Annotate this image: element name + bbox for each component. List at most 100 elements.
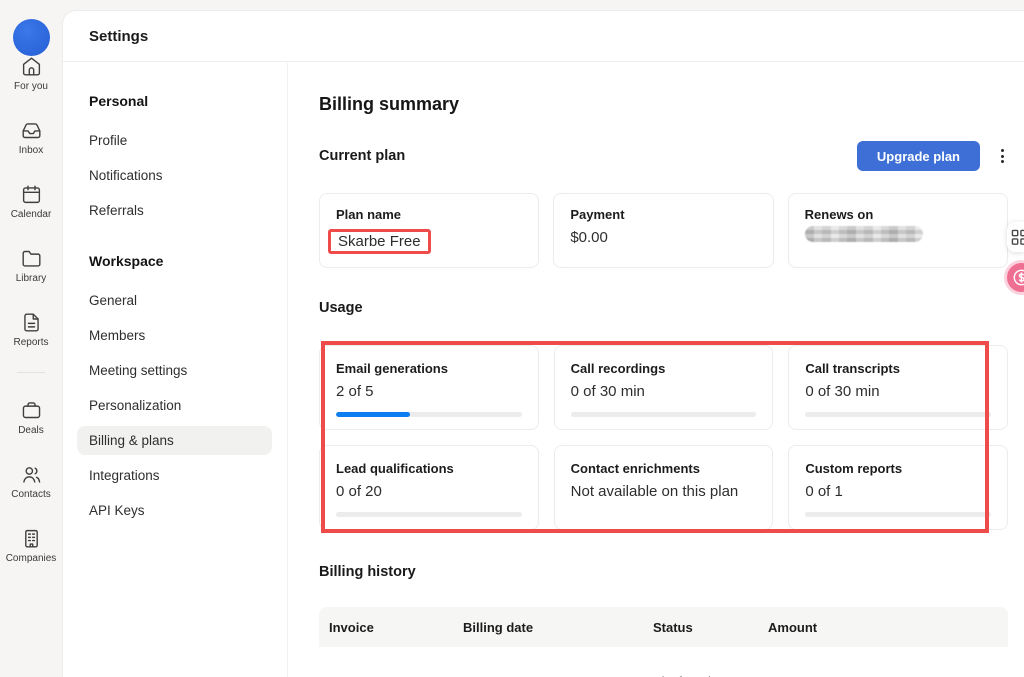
- progress-track: [805, 412, 991, 417]
- dollar-circle-icon: [1013, 269, 1024, 286]
- rail-item-label: Companies: [5, 553, 57, 564]
- settings-sidebar: Personal Profile Notifications Referrals…: [63, 63, 288, 677]
- billing-history-row: Billing history: [319, 562, 1008, 582]
- empty-state-text: No results found: [319, 647, 1008, 677]
- nav-item-api-keys[interactable]: API Keys: [77, 496, 272, 525]
- payment-value: $0.00: [570, 229, 608, 246]
- rail-item-label: For you: [14, 81, 48, 92]
- panel-header: Settings: [63, 11, 1024, 62]
- calendar-icon: [21, 184, 42, 205]
- usage-card-label: Custom reports: [805, 461, 903, 476]
- contact-enrichments-card: Contact enrichments Not available on thi…: [553, 445, 774, 530]
- usage-card-value: 0 of 30 min: [805, 383, 880, 400]
- progress-fill: [336, 412, 411, 417]
- billing-history-heading: Billing history: [319, 564, 416, 580]
- usage-card-label: Call recordings: [570, 361, 666, 376]
- edge-panel-toggle[interactable]: [1007, 222, 1024, 252]
- briefcase-icon: [21, 400, 42, 421]
- billing-summary-title: Billing summary: [319, 94, 460, 114]
- nav-item-profile[interactable]: Profile: [77, 126, 272, 155]
- progress-track: [336, 412, 522, 417]
- rail-item-companies[interactable]: Companies: [0, 528, 62, 564]
- nav-item-notifications[interactable]: Notifications: [77, 161, 272, 190]
- current-plan-heading: Current plan: [319, 148, 406, 164]
- inbox-icon: [21, 120, 42, 141]
- current-plan-row: Current plan Upgrade plan: [319, 141, 1008, 171]
- nav-section-personal: Personal: [89, 93, 149, 109]
- more-options-icon[interactable]: [997, 145, 1008, 167]
- rail-item-label: Library: [15, 273, 47, 284]
- app-logo[interactable]: [12, 19, 50, 56]
- app-rail: For you Inbox Calendar Library Reports D…: [0, 0, 62, 677]
- usage-card-label: Contact enrichments: [570, 461, 700, 476]
- progress-track: [336, 512, 522, 517]
- users-icon: [21, 464, 42, 485]
- billing-history-table: Invoice Billing date Status Amount No re…: [319, 607, 1008, 677]
- email-generations-card: Email generations 2 of 5: [319, 345, 539, 430]
- usage-card-value: 2 of 5: [336, 383, 374, 400]
- rail-item-for-you[interactable]: For you: [0, 56, 62, 92]
- call-transcripts-card: Call transcripts 0 of 30 min: [788, 345, 1008, 430]
- settings-panel: Settings Personal Profile Notifications …: [62, 10, 1024, 677]
- progress-track: [570, 412, 757, 417]
- renews-on-card: Renews on: [787, 193, 1008, 268]
- home-icon: [21, 56, 42, 77]
- renews-on-label: Renews on: [804, 207, 874, 222]
- usage-cards: Email generations 2 of 5 Call recordings…: [319, 345, 1008, 530]
- payment-label: Payment: [570, 207, 625, 222]
- nav-item-integrations[interactable]: Integrations: [77, 461, 272, 490]
- usage-card-label: Lead qualifications: [336, 461, 454, 476]
- nav-item-referrals[interactable]: Referrals: [77, 196, 272, 225]
- col-amount: Amount: [768, 619, 818, 635]
- plan-name-card: Plan name Skarbe Free: [319, 193, 540, 268]
- page-title: Settings: [89, 27, 149, 45]
- plan-name-highlight-annotation: Skarbe Free: [328, 229, 431, 254]
- usage-heading: Usage: [319, 300, 363, 316]
- payment-card: Payment $0.00: [553, 193, 774, 268]
- col-status: Status: [653, 619, 693, 635]
- redacted-renewal-date: [804, 226, 923, 242]
- nav-gap: [89, 231, 271, 253]
- rail-item-label: Reports: [13, 337, 49, 348]
- usage-card-value: 0 of 1: [805, 483, 843, 500]
- col-invoice: Invoice: [329, 619, 374, 635]
- usage-row: Usage: [319, 298, 1008, 318]
- nav-section-workspace: Workspace: [89, 253, 164, 269]
- rail-item-label: Inbox: [18, 145, 44, 156]
- nav-item-personalization[interactable]: Personalization: [77, 391, 272, 420]
- rail-item-calendar[interactable]: Calendar: [0, 184, 62, 220]
- upgrade-plan-button[interactable]: Upgrade plan: [856, 141, 980, 171]
- lead-qualifications-card: Lead qualifications 0 of 20: [319, 445, 539, 530]
- grid-icon: [1011, 229, 1024, 245]
- rail-item-inbox[interactable]: Inbox: [0, 120, 62, 156]
- nav-item-members[interactable]: Members: [77, 321, 272, 350]
- folder-icon: [21, 248, 42, 269]
- rail-item-reports[interactable]: Reports: [0, 312, 62, 348]
- rail-item-contacts[interactable]: Contacts: [0, 464, 62, 500]
- plan-name-label: Plan name: [336, 207, 402, 222]
- custom-reports-card: Custom reports 0 of 1: [788, 445, 1008, 530]
- rail-divider: [17, 372, 45, 373]
- building-icon: [21, 528, 42, 549]
- rail-item-library[interactable]: Library: [0, 248, 62, 284]
- progress-track: [805, 512, 991, 517]
- nav-item-meeting-settings[interactable]: Meeting settings: [77, 356, 272, 385]
- rail-item-label: Deals: [18, 425, 44, 436]
- nav-item-general[interactable]: General: [77, 286, 272, 315]
- call-recordings-card: Call recordings 0 of 30 min: [553, 345, 774, 430]
- usage-card-value: 0 of 30 min: [570, 383, 645, 400]
- billing-content: Billing summary Current plan Upgrade pla…: [319, 63, 1008, 677]
- usage-section: Email generations 2 of 5 Call recordings…: [319, 341, 1008, 533]
- current-plan-cards: Plan name Skarbe Free Payment $0.00 Rene…: [319, 193, 1008, 268]
- usage-card-value: 0 of 20: [336, 483, 382, 500]
- nav-item-billing-plans[interactable]: Billing & plans: [77, 426, 272, 455]
- rail-item-label: Contacts: [11, 489, 51, 500]
- usage-card-label: Call transcripts: [805, 361, 900, 376]
- rail-item-label: Calendar: [10, 209, 52, 220]
- usage-card-value: Not available on this plan: [570, 483, 739, 500]
- usage-card-label: Email generations: [336, 361, 448, 376]
- table-header-row: Invoice Billing date Status Amount: [319, 607, 1008, 647]
- col-billing-date: Billing date: [463, 619, 534, 635]
- document-icon: [21, 312, 42, 333]
- rail-item-deals[interactable]: Deals: [0, 400, 62, 436]
